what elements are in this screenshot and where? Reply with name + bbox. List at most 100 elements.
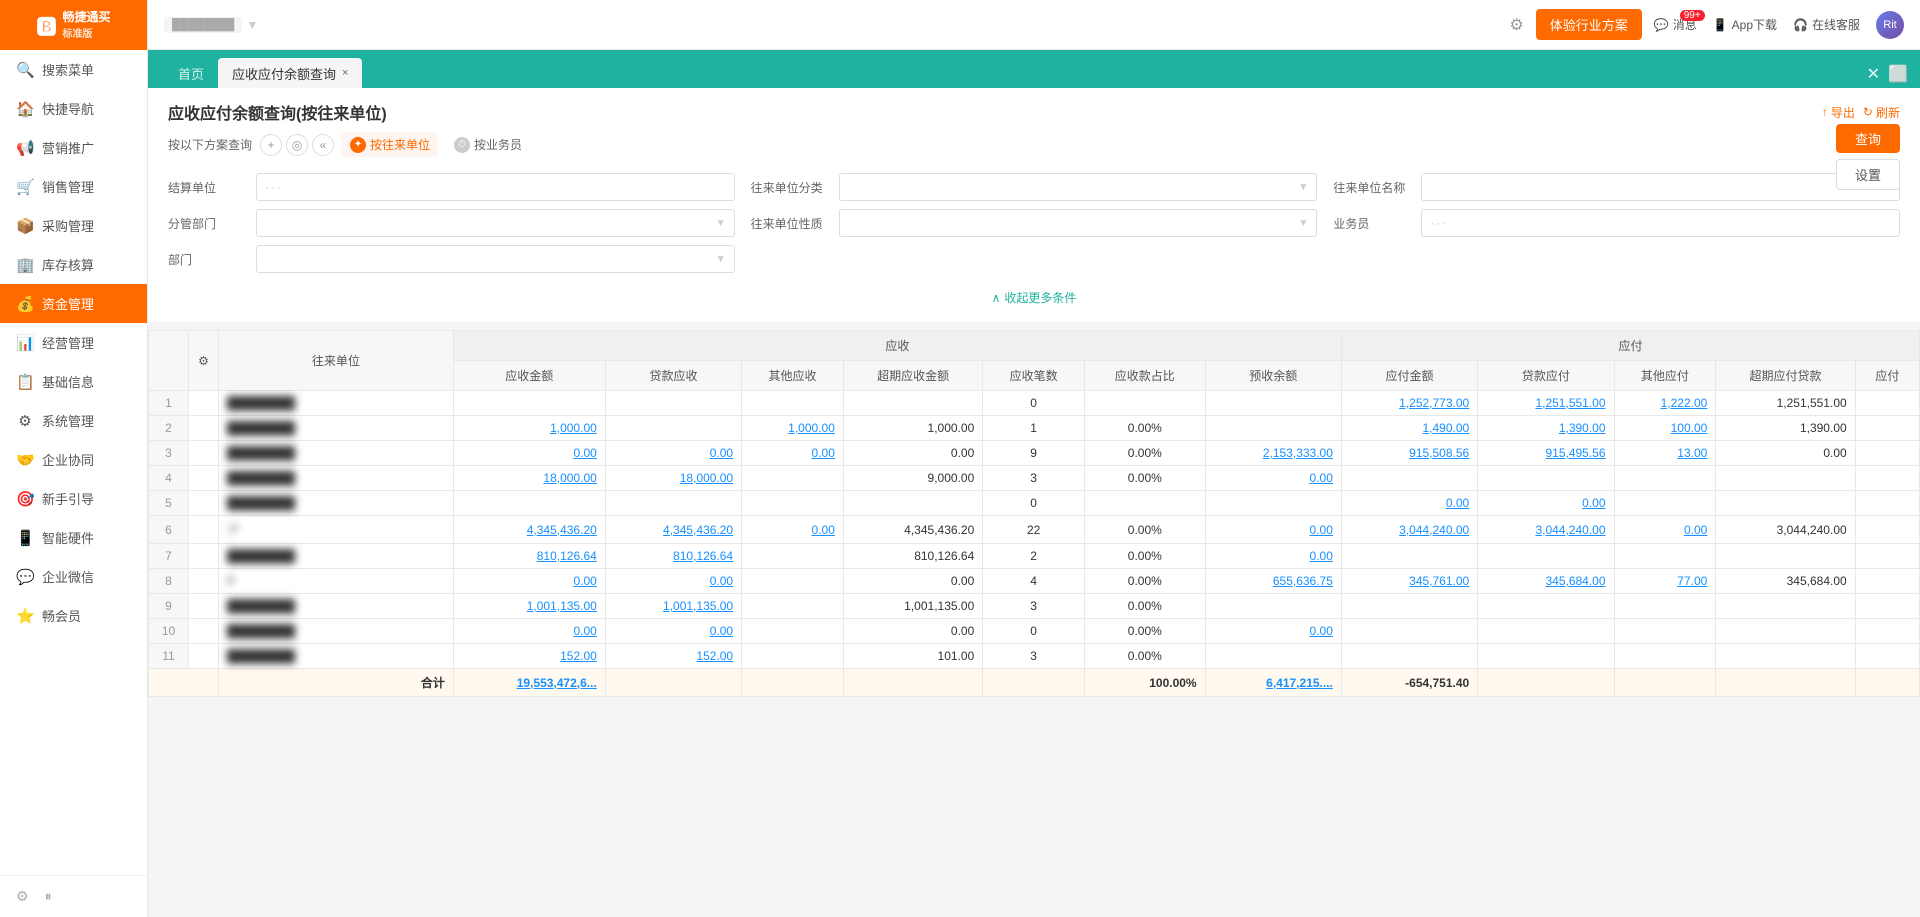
table-container[interactable]: ⚙ 往来单位 应收 应付 应收金额 贷款应收 其他应收 超期应收金额 应收笔数 [148, 330, 1920, 697]
sidebar-item-inventory[interactable]: 🏢 库存核算 [0, 245, 147, 284]
cell-ar-amount[interactable]: 1,001,135.00 [453, 594, 605, 619]
cell-prepaid[interactable]: 0.00 [1205, 516, 1341, 544]
cell-ap-other[interactable]: 77.00 [1614, 569, 1716, 594]
cell-ap-other[interactable]: 0.00 [1614, 516, 1716, 544]
cell-ar-amount[interactable]: 4,345,436.20 [453, 516, 605, 544]
cell-ar-loan[interactable]: 0.00 [605, 619, 741, 644]
cell-prepaid[interactable]: 0.00 [1205, 544, 1341, 569]
settlement-unit-input[interactable]: ··· [256, 173, 735, 201]
cell-ap-last [1855, 544, 1919, 569]
cell-ap-other[interactable]: 1,222.00 [1614, 391, 1716, 416]
cell-ar-other[interactable]: 0.00 [742, 441, 844, 466]
cell-prepaid[interactable]: 0.00 [1205, 466, 1341, 491]
user-profile-btn[interactable]: Rit [1876, 11, 1904, 39]
messages-btn[interactable]: 💬 消息 99+ [1654, 16, 1697, 33]
cell-ar-other[interactable]: 1,000.00 [742, 416, 844, 441]
sidebar-item-sales[interactable]: 🛒 销售管理 [0, 167, 147, 206]
cell-ar-loan [605, 491, 741, 516]
customer-category-input[interactable]: ▼ [839, 173, 1318, 201]
cell-ap-loan[interactable]: 0.00 [1478, 491, 1614, 516]
cell-ar-overdue: 4,345,436.20 [843, 516, 982, 544]
sidebar-item-basic-info[interactable]: 📋 基础信息 [0, 362, 147, 401]
export-btn[interactable]: ↑ 导出 [1822, 104, 1855, 121]
tab-expand-btn[interactable]: ⬜ [1888, 64, 1908, 84]
cell-ap-loan[interactable]: 345,684.00 [1478, 569, 1614, 594]
cell-ap-loan[interactable]: 1,390.00 [1478, 416, 1614, 441]
cell-ap-other[interactable]: 13.00 [1614, 441, 1716, 466]
scheme-by-customer[interactable]: ✦ 按往来单位 [342, 132, 438, 157]
sidebar-item-ops[interactable]: 📊 经营管理 [0, 323, 147, 362]
total-cell-8[interactable]: 6,417,215.... [1205, 669, 1341, 697]
tab-home[interactable]: 首页 [164, 58, 218, 88]
avatar: Rit [1876, 11, 1904, 39]
cell-ar-amount[interactable]: 0.00 [453, 569, 605, 594]
online-service-btn[interactable]: 🎧 在线客服 [1793, 16, 1860, 33]
cell-ar-amount[interactable]: 152.00 [453, 644, 605, 669]
cell-prepaid[interactable]: 2,153,333.00 [1205, 441, 1341, 466]
cell-ap-amount[interactable]: 3,044,240.00 [1341, 516, 1477, 544]
filter-section: 按以下方案查询 + ◎ « ✦ 按往来单位 ⏱ 按业务员 [148, 124, 1920, 322]
cell-ap-amount[interactable]: 0.00 [1341, 491, 1477, 516]
settings-button[interactable]: 设置 [1836, 159, 1900, 190]
sidebar-item-smart-hw[interactable]: 📱 智能硬件 [0, 518, 147, 557]
cell-ap-overdue: 1,390.00 [1716, 416, 1855, 441]
salesman-input[interactable]: ··· [1421, 209, 1900, 237]
app-download-btn[interactable]: 📱 App下载 [1713, 16, 1777, 33]
table-settings-icon[interactable]: ⚙ [198, 354, 209, 368]
sidebar-item-search-menu[interactable]: 🔍 搜索菜单 [0, 50, 147, 89]
cell-ap-loan[interactable]: 3,044,240.00 [1478, 516, 1614, 544]
cell-ar-loan[interactable]: 1,001,135.00 [605, 594, 741, 619]
sidebar-item-vip[interactable]: ⭐ 畅会员 [0, 596, 147, 635]
sidebar-settings-btn[interactable]: ⚙ [12, 884, 33, 909]
cell-prepaid[interactable]: 0.00 [1205, 619, 1341, 644]
sidebar-item-biz-wechat[interactable]: 💬 企业微信 [0, 557, 147, 596]
cell-ar-loan[interactable]: 810,126.64 [605, 544, 741, 569]
tab-close-window-btn[interactable]: ✕ [1867, 64, 1880, 84]
scheme-by-salesman[interactable]: ⏱ 按业务员 [446, 132, 530, 157]
sidebar-item-purchase[interactable]: 📦 采购管理 [0, 206, 147, 245]
total-cell-2[interactable]: 19,553,472,6... [453, 669, 605, 697]
filter-add-btn[interactable]: + [260, 134, 282, 156]
cell-ap-amount[interactable]: 1,252,773.00 [1341, 391, 1477, 416]
sidebar-toggle-btn[interactable]: ⏸ [41, 884, 56, 909]
query-button[interactable]: 查询 [1836, 124, 1900, 153]
cell-ar-amount[interactable]: 1,000.00 [453, 416, 605, 441]
dept-manager-input[interactable]: ▼ [256, 209, 735, 237]
cell-ar-ratio: 0.00% [1085, 416, 1206, 441]
cell-ar-loan[interactable]: 152.00 [605, 644, 741, 669]
cell-ap-other[interactable]: 100.00 [1614, 416, 1716, 441]
cell-ap-amount[interactable]: 915,508.56 [1341, 441, 1477, 466]
dept-input[interactable]: ▼ [256, 245, 735, 273]
topbar-gear-icon[interactable]: ⚙ [1509, 15, 1523, 35]
cell-prepaid[interactable]: 655,636.75 [1205, 569, 1341, 594]
cell-ap-loan[interactable]: 1,251,551.00 [1478, 391, 1614, 416]
cell-ar-loan[interactable]: 0.00 [605, 441, 741, 466]
cell-ap-loan[interactable]: 915,495.56 [1478, 441, 1614, 466]
customer-name-input[interactable] [1421, 173, 1900, 201]
customer-nature-input[interactable]: ▼ [839, 209, 1318, 237]
cell-ar-loan[interactable]: 0.00 [605, 569, 741, 594]
filter-collapse-btn[interactable]: « [312, 134, 334, 156]
cell-ar-amount[interactable]: 18,000.00 [453, 466, 605, 491]
sidebar-item-sys[interactable]: ⚙ 系统管理 [0, 401, 147, 440]
sidebar-item-beginner[interactable]: 🎯 新手引导 [0, 479, 147, 518]
promo-button[interactable]: 体验行业方案 [1536, 9, 1642, 40]
cell-ar-loan[interactable]: 4,345,436.20 [605, 516, 741, 544]
tab-close-btn[interactable]: × [342, 67, 348, 79]
sidebar-item-fund[interactable]: 💰 资金管理 [0, 284, 147, 323]
cell-ar-loan[interactable]: 18,000.00 [605, 466, 741, 491]
cell-ap-amount[interactable]: 1,490.00 [1341, 416, 1477, 441]
sidebar-item-biz-coop[interactable]: 🤝 企业协同 [0, 440, 147, 479]
filter-settings-btn[interactable]: ◎ [286, 134, 308, 156]
cell-ar-amount[interactable]: 810,126.64 [453, 544, 605, 569]
sidebar-item-quick-nav[interactable]: 🏠 快捷导航 [0, 89, 147, 128]
tab-current[interactable]: 应收应付余额查询 × [218, 58, 362, 88]
refresh-btn[interactable]: ↻ 刷新 [1863, 104, 1900, 121]
collapse-more-btn[interactable]: ∧ 收起更多条件 [992, 285, 1077, 310]
cell-ar-amount[interactable]: 0.00 [453, 441, 605, 466]
cell-ap-amount[interactable]: 345,761.00 [1341, 569, 1477, 594]
cell-ar-count: 0 [983, 491, 1085, 516]
sidebar-item-marketing[interactable]: 📢 营销推广 [0, 128, 147, 167]
cell-ar-other[interactable]: 0.00 [742, 516, 844, 544]
cell-ar-amount[interactable]: 0.00 [453, 619, 605, 644]
